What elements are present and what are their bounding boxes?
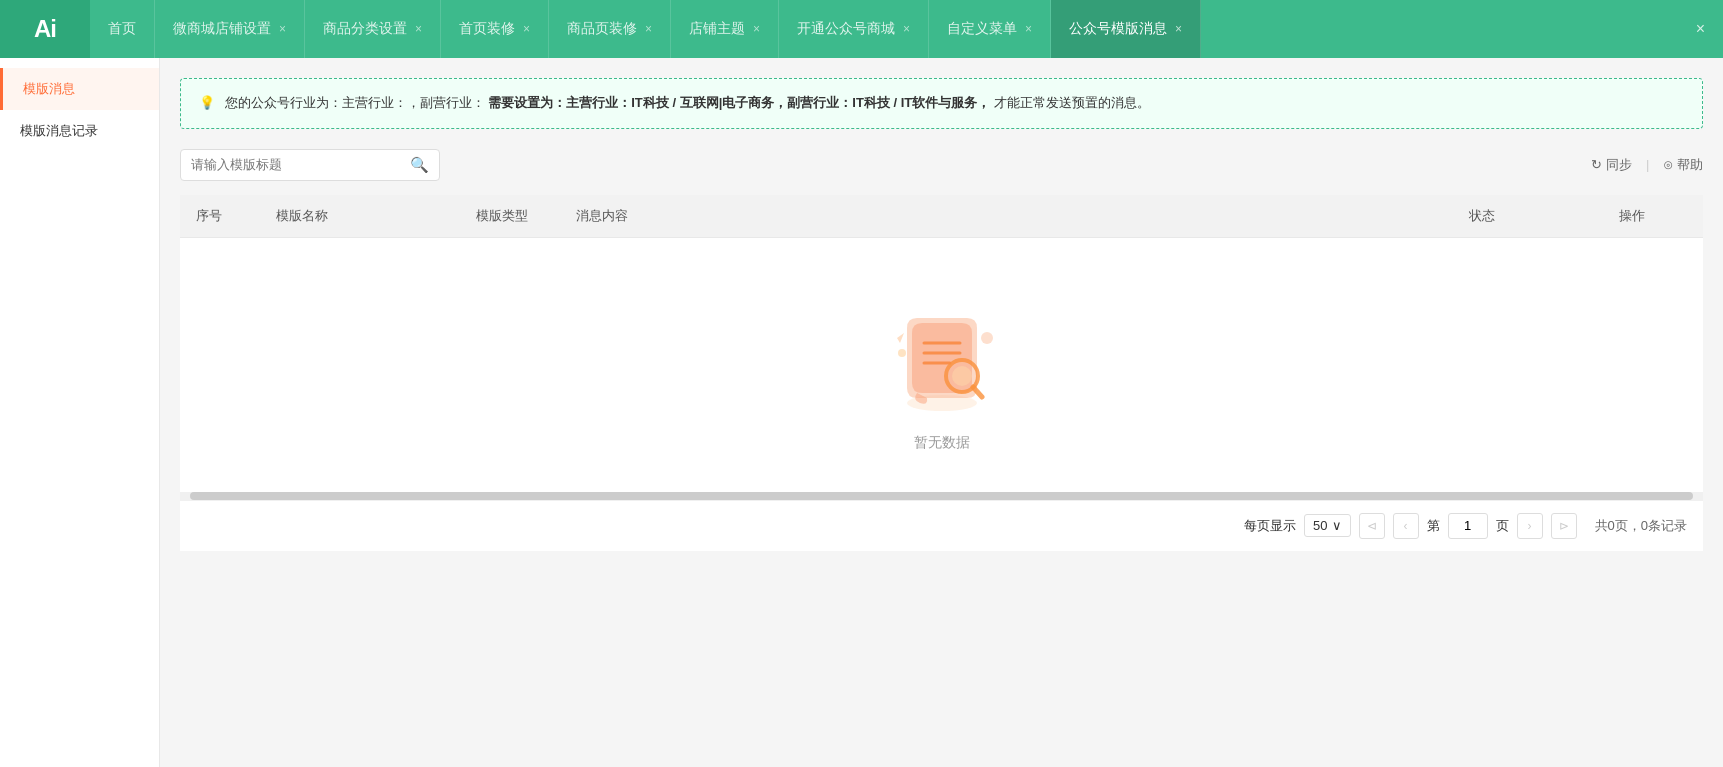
tab-template-msg-close[interactable]: × xyxy=(1175,22,1182,36)
col-header-name: 模版名称 xyxy=(260,195,460,238)
tab-custom-menu-close[interactable]: × xyxy=(1025,22,1032,36)
tab-product-decor[interactable]: 商品页装修 × xyxy=(549,0,671,58)
col-header-action: 操作 xyxy=(1603,195,1703,238)
page-first-button[interactable]: ⊲ xyxy=(1359,513,1385,539)
content-area: 💡 您的公众号行业为：主营行业：，副营行业： 需要设置为：主营行业：IT科技 /… xyxy=(160,58,1723,767)
tab-weishop-close[interactable]: × xyxy=(279,22,286,36)
svg-point-8 xyxy=(981,332,993,344)
page-unit: 页 xyxy=(1496,517,1509,535)
table-scroll-thumb[interactable] xyxy=(190,492,1693,500)
page-last-button[interactable]: ⊳ xyxy=(1551,513,1577,539)
main-layout: 模版消息 模版消息记录 💡 您的公众号行业为：主营行业：，副营行业： 需要设置为… xyxy=(0,58,1723,767)
empty-state: 暂无数据 xyxy=(180,238,1703,492)
data-table: 序号 模版名称 模版类型 消息内容 状态 操作 xyxy=(180,195,1703,238)
tab-wechat-shop-close[interactable]: × xyxy=(903,22,910,36)
col-header-index: 序号 xyxy=(180,195,260,238)
page-next-button[interactable]: › xyxy=(1517,513,1543,539)
table-header-row: 序号 模版名称 模版类型 消息内容 状态 操作 xyxy=(180,195,1703,238)
notice-box: 💡 您的公众号行业为：主营行业：，副营行业： 需要设置为：主营行业：IT科技 /… xyxy=(180,78,1703,129)
page-prev-button[interactable]: ‹ xyxy=(1393,513,1419,539)
search-input-wrap: 🔍 xyxy=(180,149,440,181)
tab-homepage-decor[interactable]: 首页装修 × xyxy=(441,0,549,58)
col-header-status: 状态 xyxy=(1453,195,1603,238)
tab-template-msg[interactable]: 公众号模版消息 × xyxy=(1051,0,1201,58)
search-icon[interactable]: 🔍 xyxy=(410,156,429,174)
search-bar: 🔍 ↻ 同步 | ⊙ 帮助 xyxy=(180,149,1703,181)
empty-illustration xyxy=(882,298,1002,418)
tab-custom-menu[interactable]: 自定义菜单 × xyxy=(929,0,1051,58)
tab-product-decor-close[interactable]: × xyxy=(645,22,652,36)
sidebar: 模版消息 模版消息记录 xyxy=(0,58,160,767)
help-icon: ⊙ xyxy=(1663,157,1673,172)
page-number-input[interactable] xyxy=(1448,513,1488,539)
page-size-value: 50 xyxy=(1313,518,1327,533)
tab-category-close[interactable]: × xyxy=(415,22,422,36)
actions-divider: | xyxy=(1646,157,1649,172)
tab-weishop[interactable]: 微商城店铺设置 × xyxy=(155,0,305,58)
table-scrollbar[interactable] xyxy=(180,492,1703,500)
page-size-select[interactable]: 50 ∨ xyxy=(1304,514,1350,537)
pagination: 每页显示 50 ∨ ⊲ ‹ 第 页 › ⊳ 共0页，0条记录 xyxy=(180,500,1703,551)
logo: Ai xyxy=(0,0,90,58)
tab-home[interactable]: 首页 xyxy=(90,0,155,58)
sync-button[interactable]: ↻ 同步 xyxy=(1591,156,1632,174)
page-size-label: 每页显示 xyxy=(1244,517,1296,535)
tab-theme[interactable]: 店铺主题 × xyxy=(671,0,779,58)
page-prefix: 第 xyxy=(1427,517,1440,535)
col-header-type: 模版类型 xyxy=(460,195,560,238)
tab-theme-close[interactable]: × xyxy=(753,22,760,36)
sync-icon: ↻ xyxy=(1591,157,1602,172)
svg-point-5 xyxy=(952,366,972,386)
search-input[interactable] xyxy=(191,157,404,172)
col-header-content: 消息内容 xyxy=(560,195,1453,238)
page-size-dropdown-icon: ∨ xyxy=(1332,518,1342,533)
tab-homepage-decor-close[interactable]: × xyxy=(523,22,530,36)
page-total: 共0页，0条记录 xyxy=(1595,517,1687,535)
sidebar-item-template-record[interactable]: 模版消息记录 xyxy=(0,110,159,152)
tab-category[interactable]: 商品分类设置 × xyxy=(305,0,441,58)
help-button[interactable]: ⊙ 帮助 xyxy=(1663,156,1703,174)
tab-wechat-shop[interactable]: 开通公众号商城 × xyxy=(779,0,929,58)
notice-highlight: 需要设置为：主营行业：IT科技 / 互联网|电子商务，副营行业：IT科技 / I… xyxy=(488,95,990,110)
notice-icon: 💡 xyxy=(199,95,215,110)
search-actions: ↻ 同步 | ⊙ 帮助 xyxy=(1591,156,1703,174)
close-all-button[interactable]: × xyxy=(1678,0,1723,58)
svg-point-7 xyxy=(898,349,906,357)
top-navigation: Ai 首页 微商城店铺设置 × 商品分类设置 × 首页装修 × 商品页装修 × … xyxy=(0,0,1723,58)
sidebar-item-template-message[interactable]: 模版消息 xyxy=(0,68,159,110)
empty-text: 暂无数据 xyxy=(914,434,970,452)
